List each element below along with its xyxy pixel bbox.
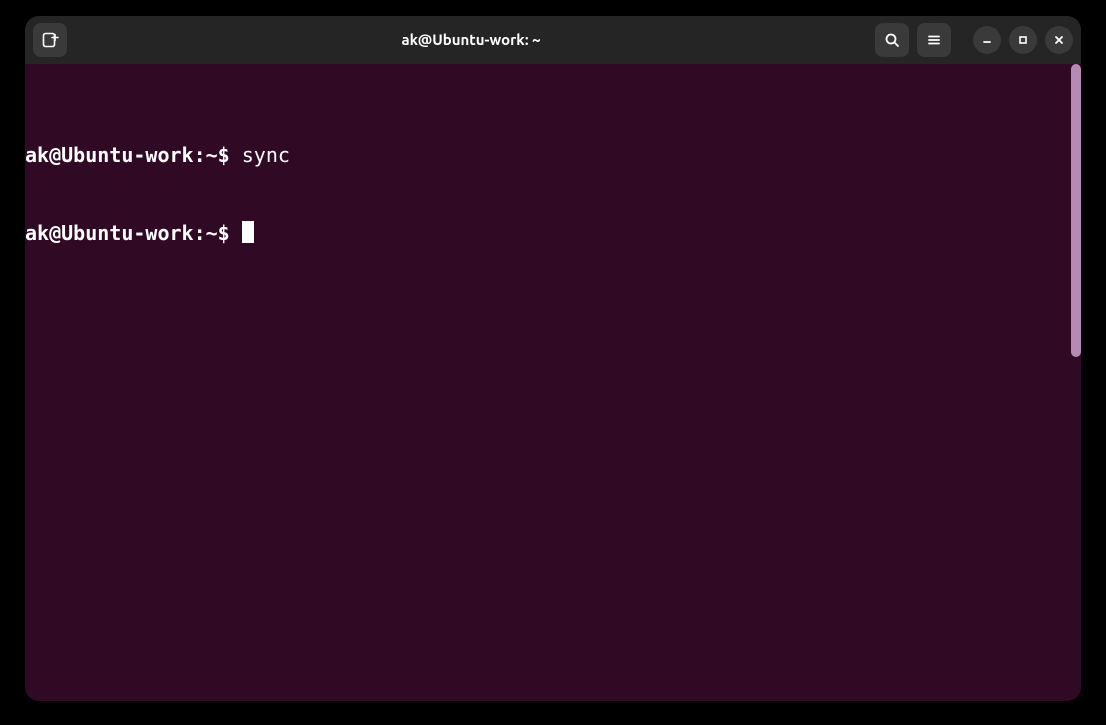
menu-button[interactable]	[917, 23, 951, 57]
prompt: ak@Ubuntu-work:~$	[25, 143, 242, 167]
maximize-button[interactable]	[1009, 26, 1037, 54]
close-button[interactable]	[1045, 26, 1073, 54]
new-tab-button[interactable]	[33, 23, 67, 57]
window-title: ak@Ubuntu-work: ~	[67, 27, 875, 53]
prompt: ak@Ubuntu-work:~$	[25, 221, 242, 245]
terminal-body[interactable]: ak@Ubuntu-work:~$ sync ak@Ubuntu-work:~$…	[25, 64, 1081, 701]
last-command: sync	[242, 143, 290, 167]
titlebar: ak@Ubuntu-work: ~	[25, 16, 1081, 64]
cursor	[242, 221, 254, 243]
minimize-button[interactable]	[973, 26, 1001, 54]
prompt-line: ak@Ubuntu-work:~$	[25, 220, 1069, 246]
search-button[interactable]	[875, 23, 909, 57]
scrollbar-thumb[interactable]	[1071, 64, 1081, 357]
scrollbar[interactable]	[1071, 64, 1081, 701]
terminal-window: ak@Ubuntu-work: ~	[25, 16, 1081, 701]
prompt-line: ak@Ubuntu-work:~$ sync	[25, 142, 1069, 168]
